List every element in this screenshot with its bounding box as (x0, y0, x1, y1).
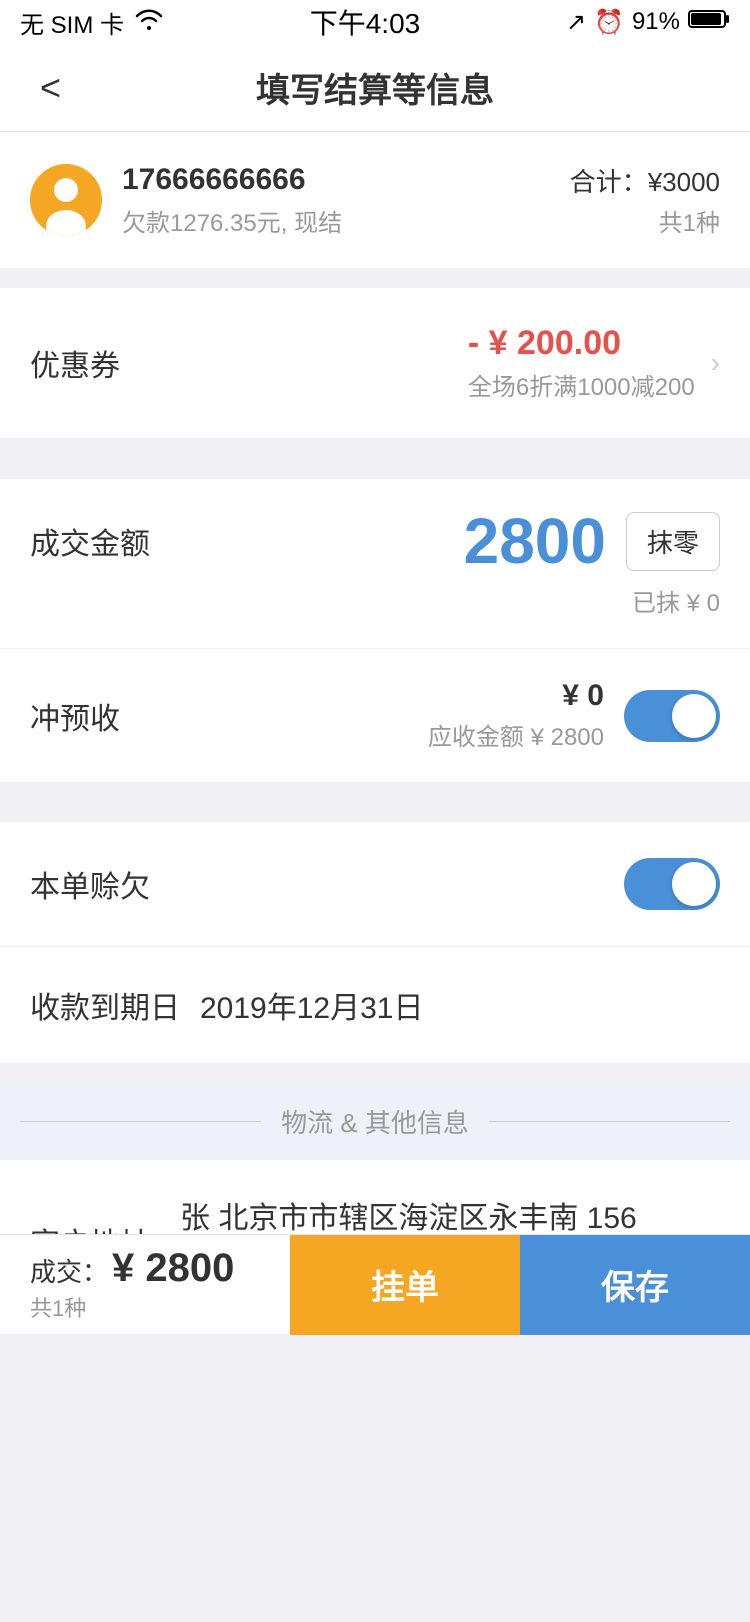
gray-divider-1 (0, 459, 750, 479)
status-time: 下午4:03 (310, 2, 421, 42)
due-date-section: 收款到期日 2019年12月31日 (0, 946, 750, 1063)
coupon-description: 全场6折满1000减200 (468, 367, 695, 402)
customer-left: 17666666666 欠款1276.35元, 现结 (30, 163, 342, 238)
gray-fill-area (0, 1322, 750, 1522)
alarm-icon: ⏰ (594, 8, 624, 37)
nav-title: 填写结算等信息 (256, 63, 494, 112)
bottom-padding (0, 1522, 750, 1622)
bottom-info: 成交： ¥ 2800 共1种 (0, 1246, 290, 1323)
coupon-row[interactable]: 优惠券 - ¥ 200.00 全场6折满1000减200 › (0, 288, 750, 439)
avatar (30, 164, 102, 236)
battery-icon (688, 8, 730, 37)
divider-line-left (20, 1121, 261, 1122)
total-label: 合计：¥3000 (570, 162, 720, 199)
battery-label: 91% (632, 8, 680, 36)
status-left: 无 SIM 卡 (20, 5, 164, 40)
debt-toggle-knob (672, 862, 716, 906)
status-right: ↗ ⏰ 91% (566, 8, 730, 37)
deal-amount-value: 2800 (464, 509, 606, 573)
due-date-value: 2019年12月31日 (200, 983, 423, 1027)
carrier-label: 无 SIM 卡 (20, 5, 124, 40)
bottom-deal-label: 成交： (30, 1252, 108, 1289)
wifi-icon (134, 8, 164, 37)
location-icon: ↗ (566, 8, 586, 37)
customer-total: 合计：¥3000 共1种 (570, 162, 720, 238)
divider-line-right (489, 1121, 730, 1122)
deal-amount-area: 2800 抹零 (464, 509, 720, 573)
coupon-label: 优惠券 (30, 341, 120, 385)
already-rounded-label: 已抹 ¥ 0 (632, 590, 720, 617)
prepay-subtext: 应收金额 ¥ 2800 (428, 717, 604, 752)
bottom-deal-line: 成交： ¥ 2800 (30, 1246, 260, 1291)
prepay-label: 冲预收 (30, 694, 120, 738)
prepay-right: ¥ 0 应收金额 ¥ 2800 (428, 679, 604, 752)
customer-subtext: 欠款1276.35元, 现结 (122, 203, 342, 238)
coupon-chevron-icon: › (711, 347, 720, 379)
gray-divider-2 (0, 782, 750, 802)
deal-amount-section: 成交金额 2800 抹零 已抹 ¥ 0 (0, 479, 750, 648)
coupon-value: - ¥ 200.00 全场6折满1000减200 (468, 324, 695, 402)
bottom-deal-count: 共1种 (30, 1291, 260, 1323)
bottom-bar: 成交： ¥ 2800 共1种 挂单 保存 (0, 1234, 750, 1334)
coupon-right: - ¥ 200.00 全场6折满1000减200 › (468, 324, 720, 402)
logistics-label: 物流 & 其他信息 (281, 1103, 469, 1140)
customer-info-row: 17666666666 欠款1276.35元, 现结 合计：¥3000 共1种 (0, 132, 750, 268)
deal-amount-label: 成交金额 (30, 519, 150, 563)
customer-phone: 17666666666 (122, 163, 342, 197)
coupon-discount: - ¥ 200.00 (468, 324, 695, 363)
round-zero-button[interactable]: 抹零 (626, 512, 720, 571)
prepay-row: 冲预收 ¥ 0 应收金额 ¥ 2800 (0, 648, 750, 782)
customer-details: 17666666666 欠款1276.35元, 现结 (122, 163, 342, 238)
debt-toggle[interactable] (624, 858, 720, 910)
status-bar: 无 SIM 卡 下午4:03 ↗ ⏰ 91% (0, 0, 750, 44)
prepay-amount: ¥ 0 (428, 679, 604, 713)
back-button[interactable]: < (30, 57, 71, 119)
prepay-toggle[interactable] (624, 690, 720, 742)
logistics-divider: 物流 & 其他信息 (0, 1083, 750, 1160)
deal-amount-row: 成交金额 2800 抹零 (30, 509, 720, 573)
prepay-toggle-knob (672, 694, 716, 738)
debt-label: 本单赊欠 (30, 862, 150, 906)
pending-button[interactable]: 挂单 (290, 1235, 520, 1335)
total-count: 共1种 (570, 203, 720, 238)
debt-section: 本单赊欠 (0, 822, 750, 946)
nav-bar: < 填写结算等信息 (0, 44, 750, 132)
bottom-deal-amount: ¥ 2800 (112, 1246, 234, 1291)
save-button[interactable]: 保存 (520, 1235, 750, 1335)
due-date-label: 收款到期日 (30, 983, 180, 1027)
